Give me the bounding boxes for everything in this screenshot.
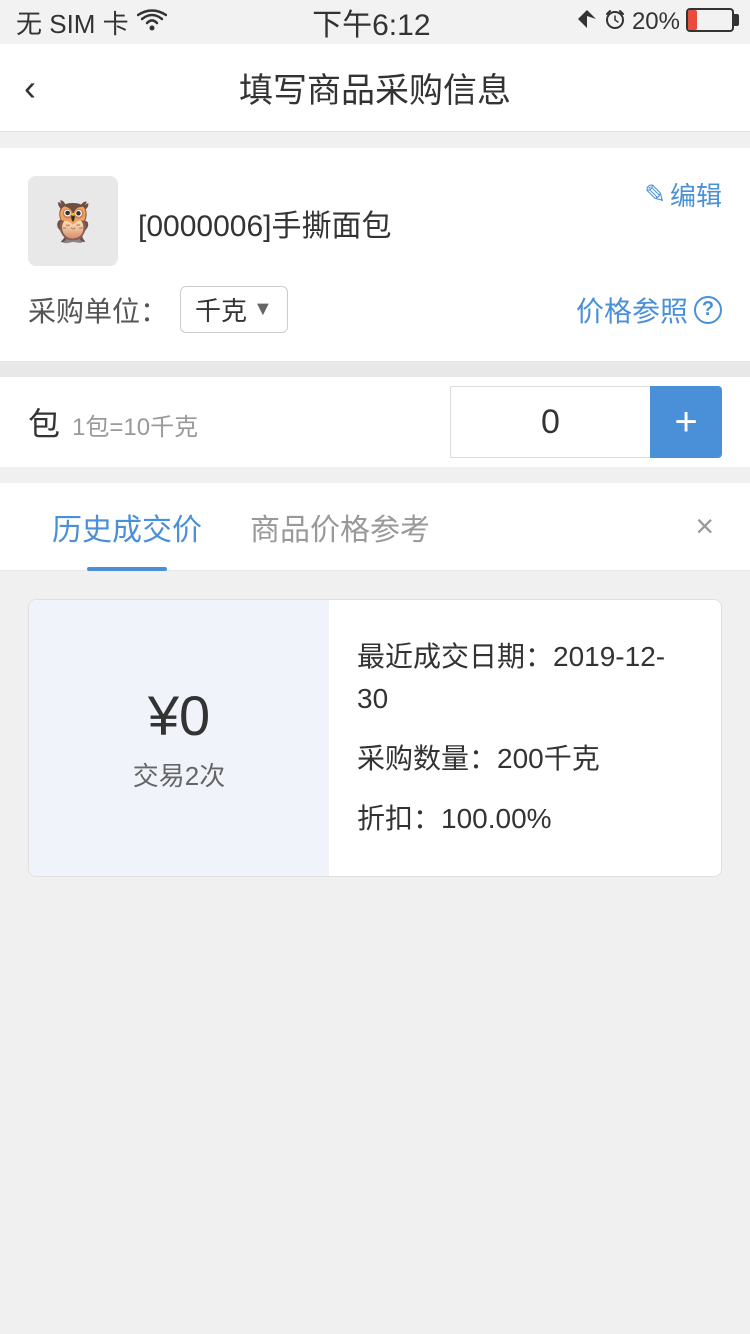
product-image-icon: 🦉 xyxy=(48,198,98,245)
unit-value: 千克 xyxy=(195,291,247,328)
price-card-right: 最近成交日期：2019-12-30 采购数量：200千克 折扣：100.00% xyxy=(329,600,721,876)
quantity-controls: 0 + xyxy=(450,386,722,458)
tabs-close-button[interactable]: × xyxy=(687,500,722,553)
product-unit-row: 采购单位： 千克 ▼ 价格参照 ? xyxy=(28,286,722,361)
edit-pencil-icon: ✎ xyxy=(644,179,666,210)
dropdown-arrow-icon: ▼ xyxy=(253,298,273,321)
quantity-value: 0 xyxy=(541,403,560,442)
discount-value: 100.00% xyxy=(441,803,552,834)
price-card-left: ¥0 交易2次 xyxy=(29,600,329,876)
tab-price-ref-label: 商品价格参考 xyxy=(250,505,430,549)
trade-count: 交易2次 xyxy=(133,756,225,793)
quantity-unit-label: 包 xyxy=(28,399,60,445)
unit-selector[interactable]: 千克 ▼ xyxy=(180,286,288,333)
price-card: ¥0 交易2次 最近成交日期：2019-12-30 采购数量：200千克 折扣：… xyxy=(28,599,722,877)
tab-history-price[interactable]: 历史成交价 xyxy=(28,483,226,571)
page-title: 填写商品采购信息 xyxy=(239,63,511,112)
unit-label: 采购单位： xyxy=(28,290,168,330)
wifi-icon xyxy=(137,7,167,38)
product-name: [0000006]手撕面包 xyxy=(138,197,391,245)
section-divider xyxy=(0,361,750,377)
battery-icon xyxy=(686,8,734,37)
product-left: 🦉 [0000006]手撕面包 xyxy=(28,176,391,266)
price-ref-help-icon: ? xyxy=(694,296,722,324)
price-amount: ¥0 xyxy=(148,683,210,748)
status-left: 无 SIM 卡 xyxy=(16,4,167,41)
product-thumbnail: 🦉 xyxy=(28,176,118,266)
purchase-qty-value: 200千克 xyxy=(497,743,600,774)
quantity-plus-button[interactable]: + xyxy=(650,386,722,458)
nav-bar: ‹ 填写商品采购信息 xyxy=(0,44,750,132)
unit-left: 采购单位： 千克 ▼ xyxy=(28,286,288,333)
tabs-container: 历史成交价 商品价格参考 × xyxy=(0,483,750,571)
status-bar: 无 SIM 卡 下午6:12 20% xyxy=(0,0,750,44)
currency-symbol: ¥ xyxy=(148,684,179,747)
recent-date-row: 最近成交日期：2019-12-30 xyxy=(357,636,693,720)
discount-row: 折扣：100.00% xyxy=(357,798,693,840)
price-ref-button[interactable]: 价格参照 ? xyxy=(576,290,722,330)
status-time: 下午6:12 xyxy=(312,0,430,44)
quantity-input[interactable]: 0 xyxy=(450,386,650,458)
edit-label: 编辑 xyxy=(670,176,722,213)
product-card: 🦉 [0000006]手撕面包 ✎ 编辑 采购单位： 千克 ▼ 价格参照 ? xyxy=(0,148,750,361)
purchase-qty-row: 采购数量：200千克 xyxy=(357,738,693,780)
content-divider xyxy=(0,467,750,483)
price-value: 0 xyxy=(179,684,210,747)
back-button[interactable]: ‹ xyxy=(24,67,36,109)
content-area: ¥0 交易2次 最近成交日期：2019-12-30 采购数量：200千克 折扣：… xyxy=(0,571,750,1071)
product-header: 🦉 [0000006]手撕面包 ✎ 编辑 xyxy=(28,176,722,266)
purchase-qty-label: 采购数量： xyxy=(357,743,497,774)
tabs-list: 历史成交价 商品价格参考 xyxy=(28,483,454,571)
tab-history-label: 历史成交价 xyxy=(52,505,202,549)
discount-label: 折扣： xyxy=(357,803,441,834)
sim-text: 无 SIM 卡 xyxy=(16,4,129,41)
battery-percent: 20% xyxy=(632,8,680,36)
recent-date-label: 最近成交日期： xyxy=(357,641,553,672)
quantity-conversion-text: 1包=10千克 xyxy=(72,407,198,442)
tab-price-ref[interactable]: 商品价格参考 xyxy=(226,483,454,571)
location-icon xyxy=(576,8,598,37)
edit-button[interactable]: ✎ 编辑 xyxy=(644,176,722,213)
quantity-label-group: 包 1包=10千克 xyxy=(28,399,198,445)
quantity-row: 包 1包=10千克 0 + xyxy=(0,377,750,467)
alarm-icon xyxy=(604,8,626,37)
price-ref-label: 价格参照 xyxy=(576,290,688,330)
status-right: 20% xyxy=(576,8,734,37)
